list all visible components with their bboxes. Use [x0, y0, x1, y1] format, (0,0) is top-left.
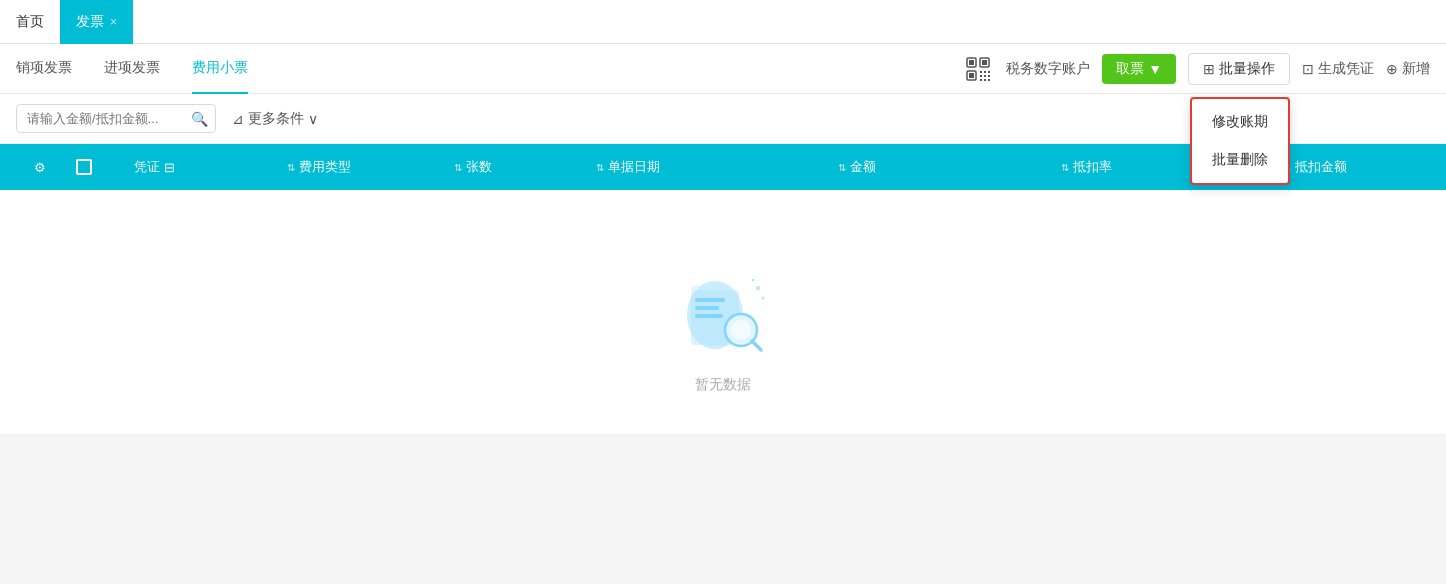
empty-state-icon [673, 270, 773, 360]
sort-icon-amount: ⇅ [838, 162, 846, 173]
svg-rect-19 [695, 314, 723, 318]
qujiao-button[interactable]: 取票 ▼ [1102, 54, 1176, 84]
batch-icon: ⊞ [1203, 61, 1215, 77]
empty-state: 暂无数据 [0, 190, 1446, 434]
qr-icon-button[interactable] [962, 53, 994, 85]
tax-account-button[interactable]: 税务数字账户 [1006, 60, 1090, 78]
svg-rect-18 [695, 306, 719, 310]
svg-rect-17 [695, 298, 725, 302]
add-icon: ⊕ [1386, 61, 1398, 77]
generate-voucher-button[interactable]: ⊡ 生成凭证 [1302, 60, 1374, 78]
svg-rect-10 [984, 75, 986, 77]
svg-rect-7 [984, 71, 986, 73]
svg-rect-8 [988, 71, 990, 73]
toolbar-right: 税务数字账户 取票 ▼ ⊞ 批量操作 修改账期 批量删除 ⊡ 生成凭证 ⊕ [962, 53, 1430, 85]
search-input-wrap: 🔍 [16, 104, 216, 133]
svg-rect-13 [984, 79, 986, 81]
svg-rect-6 [980, 71, 982, 73]
svg-point-23 [756, 286, 760, 290]
top-nav: 首页 发票 × [0, 0, 1446, 44]
th-count[interactable]: ⇅ 张数 [433, 158, 513, 176]
more-conditions-button[interactable]: ⊿ 更多条件 ∨ [232, 110, 318, 128]
sub-nav-feiyong[interactable]: 费用小票 [192, 44, 248, 94]
modify-period-item[interactable]: 修改账期 [1192, 103, 1288, 141]
empty-state-label: 暂无数据 [695, 376, 751, 394]
search-icon: 🔍 [191, 111, 208, 127]
invoice-tab[interactable]: 发票 × [60, 0, 133, 44]
sort-icon-rate: ⇅ [1061, 162, 1069, 173]
qujiao-arrow-icon: ▼ [1148, 61, 1162, 77]
sub-nav-xiaoxiang[interactable]: 销项发票 [16, 44, 72, 94]
th-amount[interactable]: ⇅ 金额 [742, 158, 971, 176]
svg-rect-1 [969, 60, 974, 65]
svg-rect-9 [980, 75, 982, 77]
sort-icon-date: ⇅ [596, 162, 604, 173]
svg-point-21 [731, 320, 751, 340]
svg-point-25 [752, 279, 754, 281]
sub-nav: 销项发票 进项发票 费用小票 [0, 44, 1446, 94]
svg-rect-14 [988, 79, 990, 81]
sort-icon-left: ⇅ [287, 162, 295, 173]
add-button[interactable]: ⊕ 新增 [1386, 60, 1430, 78]
svg-rect-3 [982, 60, 987, 65]
voucher-filter-icon[interactable]: ⊟ [164, 160, 175, 175]
svg-rect-12 [980, 79, 982, 81]
close-icon[interactable]: × [110, 15, 117, 29]
sort-icon-count: ⇅ [454, 162, 462, 173]
batch-operations-button[interactable]: ⊞ 批量操作 [1188, 53, 1290, 85]
svg-rect-11 [988, 75, 990, 77]
th-rate[interactable]: ⇅ 抵扣率 [972, 158, 1201, 176]
svg-point-24 [762, 297, 765, 300]
svg-line-22 [752, 341, 761, 350]
th-voucher: 凭证 ⊟ [104, 158, 204, 176]
batch-delete-item[interactable]: 批量删除 [1192, 141, 1288, 179]
filter-icon: ⊿ [232, 111, 244, 127]
svg-rect-5 [969, 73, 974, 78]
home-nav-item[interactable]: 首页 [16, 13, 60, 31]
th-date[interactable]: ⇅ 单据日期 [513, 158, 742, 176]
sub-nav-jinxiang[interactable]: 进项发票 [104, 44, 160, 94]
batch-operations-wrap: ⊞ 批量操作 修改账期 批量删除 [1188, 53, 1290, 85]
th-gear[interactable]: ⚙ [16, 160, 64, 175]
generate-voucher-icon: ⊡ [1302, 61, 1314, 77]
batch-dropdown-menu: 修改账期 批量删除 [1190, 97, 1290, 185]
gear-icon: ⚙ [34, 160, 46, 175]
more-conditions-chevron-icon: ∨ [308, 111, 318, 127]
invoice-tab-label: 发票 [76, 13, 104, 31]
search-input[interactable] [16, 104, 216, 133]
select-all-checkbox[interactable] [76, 159, 92, 175]
th-check[interactable] [64, 159, 104, 175]
th-expense-type[interactable]: ⇅ 费用类型 [204, 158, 433, 176]
